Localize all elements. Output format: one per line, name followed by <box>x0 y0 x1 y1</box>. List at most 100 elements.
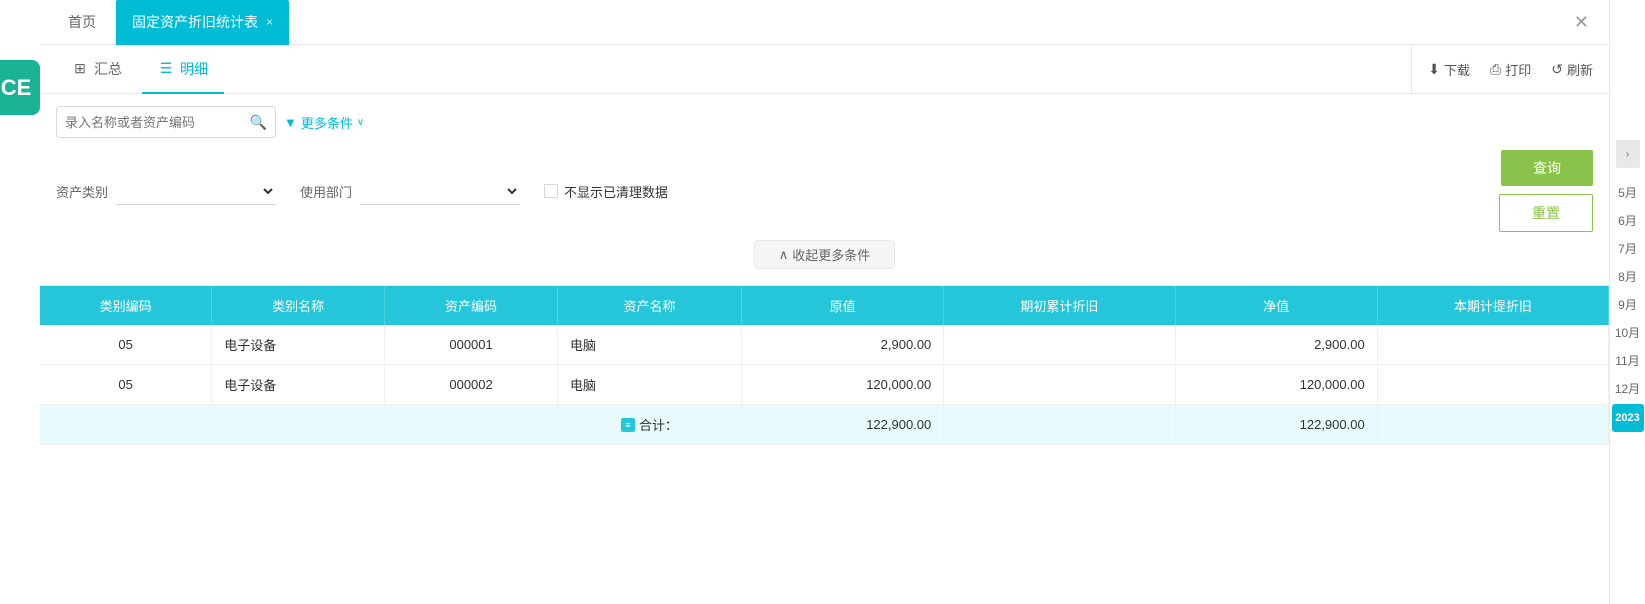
table-row: 05 电子设备 000002 电脑 120,000.00 120,000.00 <box>40 365 1609 405</box>
month-list: 5月6月7月8月9月10月11月12月 <box>1612 178 1644 402</box>
month-item[interactable]: 6月 <box>1612 206 1644 234</box>
cell-current-dep <box>1377 365 1608 405</box>
cell-asset-code: 000002 <box>385 365 558 405</box>
asset-category-label: 资产类别 <box>56 182 108 201</box>
nav-tab-active[interactable]: 固定资产折旧统计表 × <box>116 0 289 45</box>
asset-category-select[interactable] <box>116 177 276 205</box>
month-item[interactable]: 5月 <box>1612 178 1644 206</box>
month-item[interactable]: 10月 <box>1612 318 1644 346</box>
col-header-asset-name: 资产名称 <box>558 286 742 325</box>
search-row: 🔍 ▼ 更多条件 ∨ <box>56 106 1593 138</box>
total-empty <box>40 405 558 445</box>
col-header-category-code: 类别编码 <box>40 286 212 325</box>
refresh-label: 刷新 <box>1567 60 1593 79</box>
refresh-icon: ↺ <box>1551 61 1563 78</box>
col-header-original-value: 原值 <box>742 286 944 325</box>
print-button[interactable]: ⎙ 打印 <box>1490 60 1531 79</box>
department-label: 使用部门 <box>300 182 352 201</box>
collapse-button[interactable]: ∧ 收起更多条件 <box>754 240 896 269</box>
col-header-asset-code: 资产编码 <box>385 286 558 325</box>
asset-category-field: 资产类别 <box>56 177 276 205</box>
search-input-wrap[interactable]: 🔍 <box>56 106 276 138</box>
data-table: 类别编码 类别名称 资产编码 资产名称 原值 期初累计折旧 净值 本期计提折旧 … <box>40 286 1609 445</box>
collapse-row: ∧ 收起更多条件 <box>56 232 1593 273</box>
tab-summary[interactable]: ⊞ 汇总 <box>56 45 138 95</box>
cell-net-value: 120,000.00 <box>1175 365 1377 405</box>
cell-original-value: 2,900.00 <box>742 325 944 365</box>
month-item[interactable]: 7月 <box>1612 234 1644 262</box>
total-label-text: 合计： <box>639 415 678 434</box>
sub-tabs-container: ⊞ 汇总 ☰ 明细 <box>40 45 1411 93</box>
summary-icon: ⊞ <box>72 61 88 77</box>
query-button[interactable]: 查询 <box>1501 150 1593 186</box>
top-nav: 首页 固定资产折旧统计表 × ✕ <box>40 0 1609 45</box>
cell-accumulated-dep <box>944 365 1175 405</box>
window-close-button[interactable]: ✕ <box>1566 8 1597 37</box>
month-item[interactable]: 9月 <box>1612 290 1644 318</box>
cell-net-value: 2,900.00 <box>1175 325 1377 365</box>
month-item[interactable]: 11月 <box>1612 346 1644 374</box>
search-input[interactable] <box>65 115 250 130</box>
cell-asset-code: 000001 <box>385 325 558 365</box>
sidebar-collapse-arrow[interactable]: › <box>1616 140 1640 168</box>
department-select[interactable] <box>360 177 520 205</box>
nav-tab-label: 固定资产折旧统计表 <box>132 12 258 32</box>
cell-original-value: 120,000.00 <box>742 365 944 405</box>
col-header-current-dep: 本期计提折旧 <box>1377 286 1608 325</box>
more-conditions-button[interactable]: ▼ 更多条件 ∨ <box>284 113 364 132</box>
toolbar: ⬇ 下载 ⎙ 打印 ↺ 刷新 <box>1411 45 1609 93</box>
download-button[interactable]: ⬇ 下载 <box>1428 60 1470 79</box>
print-icon: ⎙ <box>1490 61 1501 78</box>
no-cleared-label: 不显示已清理数据 <box>564 182 668 201</box>
no-cleared-checkbox[interactable] <box>544 184 558 198</box>
data-table-wrap: 类别编码 类别名称 资产编码 资产名称 原值 期初累计折旧 净值 本期计提折旧 … <box>40 286 1609 604</box>
cell-category-name: 电子设备 <box>212 325 385 365</box>
filter-actions: 查询 重置 <box>1499 150 1593 232</box>
total-current-dep <box>1377 405 1608 445</box>
search-icon[interactable]: 🔍 <box>250 114 267 131</box>
refresh-button[interactable]: ↺ 刷新 <box>1551 60 1593 79</box>
table-header-row: 类别编码 类别名称 资产编码 资产名称 原值 期初累计折旧 净值 本期计提折旧 <box>40 286 1609 325</box>
current-year-badge[interactable]: 2023 <box>1612 404 1644 432</box>
total-icon: ≡ <box>621 418 635 432</box>
total-net-value: 122,900.00 <box>1175 405 1377 445</box>
total-original-value: 122,900.00 <box>742 405 944 445</box>
department-field: 使用部门 <box>300 177 520 205</box>
filter-area: 🔍 ▼ 更多条件 ∨ 资产类别 使用部门 <box>40 94 1609 286</box>
cell-category-name: 电子设备 <box>212 365 385 405</box>
tab-summary-label: 汇总 <box>94 59 122 79</box>
more-conditions-label: 更多条件 <box>301 113 353 132</box>
nav-home[interactable]: 首页 <box>52 0 112 45</box>
cell-category-code: 05 <box>40 365 212 405</box>
reset-button[interactable]: 重置 <box>1499 194 1593 232</box>
collapse-label: 收起更多条件 <box>792 245 870 264</box>
cell-current-dep <box>1377 325 1608 365</box>
collapse-chevron-icon: ∧ <box>779 247 789 263</box>
cell-accumulated-dep <box>944 325 1175 365</box>
detail-icon: ☰ <box>158 61 174 77</box>
filter-icon: ▼ <box>284 115 297 130</box>
month-item[interactable]: 12月 <box>1612 374 1644 402</box>
cell-category-code: 05 <box>40 325 212 365</box>
filter-expanded: 资产类别 使用部门 不显示已清理数据 查询 重置 <box>56 150 1593 232</box>
cell-asset-name: 电脑 <box>558 365 742 405</box>
col-header-accumulated-dep: 期初累计折旧 <box>944 286 1175 325</box>
no-cleared-wrap: 不显示已清理数据 <box>544 182 668 201</box>
tab-close-icon[interactable]: × <box>266 15 273 29</box>
print-label: 打印 <box>1505 60 1531 79</box>
col-header-net-value: 净值 <box>1175 286 1377 325</box>
table-row: 05 电子设备 000001 电脑 2,900.00 2,900.00 <box>40 325 1609 365</box>
tab-detail-label: 明细 <box>180 59 208 79</box>
table-total-row: ≡ 合计： 122,900.00 122,900.00 <box>40 405 1609 445</box>
col-header-category-name: 类别名称 <box>212 286 385 325</box>
right-sidebar: › 5月6月7月8月9月10月11月12月 2023 <box>1609 0 1645 604</box>
total-accumulated-dep <box>944 405 1175 445</box>
logo-badge: CE <box>0 60 40 115</box>
download-icon: ⬇ <box>1428 61 1440 78</box>
tab-detail[interactable]: ☰ 明细 <box>142 45 224 95</box>
download-label: 下载 <box>1444 60 1470 79</box>
total-label-cell: ≡ 合计： <box>558 405 742 445</box>
cell-asset-name: 电脑 <box>558 325 742 365</box>
expand-arrow-icon: ∨ <box>357 117 364 128</box>
month-item[interactable]: 8月 <box>1612 262 1644 290</box>
